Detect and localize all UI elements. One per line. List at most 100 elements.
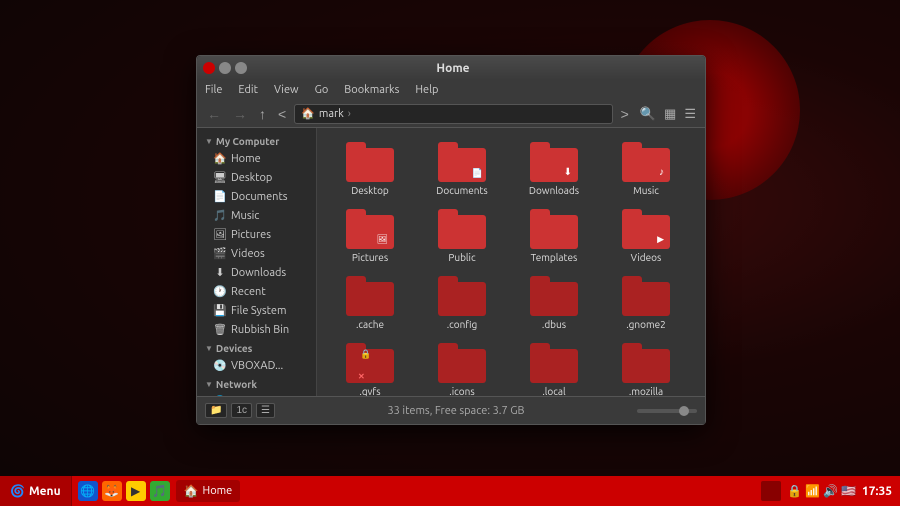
file-item-dbus[interactable]: .dbus bbox=[509, 270, 599, 335]
forward-button[interactable]: → bbox=[229, 104, 251, 124]
location-text: mark bbox=[319, 108, 344, 120]
sidebar-item-desktop[interactable]: 🖥 Desktop bbox=[197, 168, 316, 187]
menu-view[interactable]: View bbox=[270, 84, 303, 96]
sidebar: ▼ My Computer 🏠 Home 🖥 Desktop 📄 Documen… bbox=[197, 128, 317, 396]
menu-bar: File Edit View Go Bookmarks Help bbox=[197, 80, 705, 100]
file-item-gvfs[interactable]: 🔒 ✕ .gvfs bbox=[325, 337, 415, 396]
list-view-button[interactable]: ☰ bbox=[256, 403, 275, 418]
sys-tray-icons: 🔒 📶 🔊 🇺🇸 bbox=[787, 484, 856, 498]
next-location-button[interactable]: > bbox=[617, 104, 633, 124]
taskbar-app-4[interactable]: 🎵 bbox=[150, 481, 170, 501]
sidebar-item-documents[interactable]: 📄 Documents bbox=[197, 187, 316, 206]
flag-icon: 🇺🇸 bbox=[841, 484, 856, 498]
menu-edit[interactable]: Edit bbox=[234, 84, 262, 96]
my-computer-label: My Computer bbox=[216, 136, 279, 147]
file-item-templates[interactable]: Templates bbox=[509, 203, 599, 268]
recent-icon: 🕐 bbox=[213, 285, 227, 298]
view-controls: 🔍 ▦ ☰ bbox=[637, 104, 699, 124]
menu-bookmarks[interactable]: Bookmarks bbox=[340, 84, 403, 96]
back-button[interactable]: ← bbox=[203, 104, 225, 124]
sidebar-item-home[interactable]: 🏠 Home bbox=[197, 149, 316, 168]
sidebar-item-pictures[interactable]: 🖼 Pictures bbox=[197, 225, 316, 244]
taskbar-app-2[interactable]: 🦊 bbox=[102, 481, 122, 501]
network-status-box[interactable] bbox=[761, 481, 781, 501]
taskbar-system-tray: 🔒 📶 🔊 🇺🇸 17:35 bbox=[753, 481, 900, 501]
sidebar-item-music[interactable]: 🎵 Music bbox=[197, 206, 316, 225]
shield-icon: 🔒 bbox=[787, 484, 802, 498]
pictures-icon: 🖼 bbox=[213, 228, 227, 241]
network-icon: 📶 bbox=[805, 484, 820, 498]
file-item-mozilla[interactable]: .mozilla bbox=[601, 337, 691, 396]
videos-icon: 🎬 bbox=[213, 247, 227, 260]
window-controls bbox=[203, 62, 247, 74]
minimize-button[interactable] bbox=[219, 62, 231, 74]
sidebar-section-network[interactable]: ▼ Network bbox=[197, 375, 316, 392]
chevron-right-icon: › bbox=[348, 108, 351, 120]
file-item-pictures[interactable]: 🖼 Pictures bbox=[325, 203, 415, 268]
main-content: ▼ My Computer 🏠 Home 🖥 Desktop 📄 Documen… bbox=[197, 128, 705, 396]
prev-location-button[interactable]: < bbox=[274, 104, 290, 124]
file-grid: Desktop 📄 Documents ⬇ bbox=[317, 128, 705, 396]
icon-view-button[interactable]: ▦ bbox=[661, 104, 679, 124]
search-button[interactable]: 🔍 bbox=[637, 104, 659, 124]
home-icon: 🏠 bbox=[213, 152, 227, 165]
open-window-label: Home bbox=[203, 485, 233, 497]
taskbar-app-1[interactable]: 🌐 bbox=[78, 481, 98, 501]
home-icon: 🏠 bbox=[184, 484, 199, 498]
menu-go[interactable]: Go bbox=[311, 84, 333, 96]
sidebar-item-filesystem[interactable]: 💾 File System bbox=[197, 301, 316, 320]
rubbish-icon: 🗑 bbox=[213, 323, 227, 336]
title-bar: Home bbox=[197, 56, 705, 80]
menu-icon: 🌀 bbox=[10, 484, 25, 498]
taskbar-app-3[interactable]: ▶ bbox=[126, 481, 146, 501]
menu-label: Menu bbox=[29, 485, 61, 498]
menu-help[interactable]: Help bbox=[411, 84, 442, 96]
file-item-config[interactable]: .config bbox=[417, 270, 507, 335]
up-button[interactable]: ↑ bbox=[255, 104, 270, 124]
file-item-music[interactable]: ♪ Music bbox=[601, 136, 691, 201]
location-bar: 🏠 mark › bbox=[294, 104, 612, 124]
file-item-local[interactable]: .local bbox=[509, 337, 599, 396]
list-view-button[interactable]: ☰ bbox=[681, 104, 699, 124]
file-item-icons[interactable]: .icons bbox=[417, 337, 507, 396]
maximize-button[interactable] bbox=[235, 62, 247, 74]
window-title: Home bbox=[247, 62, 659, 75]
status-bar: 📁 1c ☰ 33 items, Free space: 3.7 GB bbox=[197, 396, 705, 424]
file-item-documents[interactable]: 📄 Documents bbox=[417, 136, 507, 201]
sidebar-item-videos[interactable]: 🎬 Videos bbox=[197, 244, 316, 263]
sidebar-section-my-computer[interactable]: ▼ My Computer bbox=[197, 132, 316, 149]
status-icons: 📁 1c ☰ bbox=[205, 403, 275, 418]
sidebar-item-rubbish[interactable]: 🗑 Rubbish Bin bbox=[197, 320, 316, 339]
collapse-icon: ▼ bbox=[205, 137, 213, 146]
file-item-gnome2[interactable]: .gnome2 bbox=[601, 270, 691, 335]
desktop: Home File Edit View Go Bookmarks Help ← … bbox=[0, 0, 900, 506]
collapse-icon: ▼ bbox=[205, 344, 213, 353]
documents-icon: 📄 bbox=[213, 190, 227, 203]
drive-icon: 💿 bbox=[213, 359, 227, 372]
downloads-icon: ⬇ bbox=[213, 266, 227, 279]
toolbar: ← → ↑ < 🏠 mark › > 🔍 ▦ ☰ bbox=[197, 100, 705, 128]
file-item-videos[interactable]: ▶ Videos bbox=[601, 203, 691, 268]
new-folder-button[interactable]: 📁 bbox=[205, 403, 227, 418]
zoom-slider[interactable] bbox=[637, 409, 697, 413]
taskbar-open-window[interactable]: 🏠 Home bbox=[176, 480, 241, 502]
network-label: Network bbox=[216, 379, 257, 390]
home-icon: 🏠 bbox=[301, 107, 315, 120]
file-item-downloads[interactable]: ⬇ Downloads bbox=[509, 136, 599, 201]
volume-icon: 🔊 bbox=[823, 484, 838, 498]
taskbar: 🌀 Menu 🌐 🦊 ▶ 🎵 🏠 Home 🔒 📶 🔊 🇺🇸 17:35 bbox=[0, 476, 900, 506]
sidebar-item-downloads[interactable]: ⬇ Downloads bbox=[197, 263, 316, 282]
start-menu-button[interactable]: 🌀 Menu bbox=[0, 476, 72, 506]
icon-size-button[interactable]: 1c bbox=[231, 403, 252, 418]
sidebar-item-vboxad[interactable]: 💿 VBOXAD... bbox=[197, 356, 316, 375]
sidebar-section-devices[interactable]: ▼ Devices bbox=[197, 339, 316, 356]
menu-file[interactable]: File bbox=[201, 84, 226, 96]
file-item-cache[interactable]: .cache bbox=[325, 270, 415, 335]
file-item-public[interactable]: Public bbox=[417, 203, 507, 268]
zoom-handle[interactable] bbox=[679, 406, 689, 416]
close-button[interactable] bbox=[203, 62, 215, 74]
music-icon: 🎵 bbox=[213, 209, 227, 222]
taskbar-quick-launch: 🌐 🦊 ▶ 🎵 bbox=[72, 481, 176, 501]
file-item-desktop[interactable]: Desktop bbox=[325, 136, 415, 201]
sidebar-item-recent[interactable]: 🕐 Recent bbox=[197, 282, 316, 301]
